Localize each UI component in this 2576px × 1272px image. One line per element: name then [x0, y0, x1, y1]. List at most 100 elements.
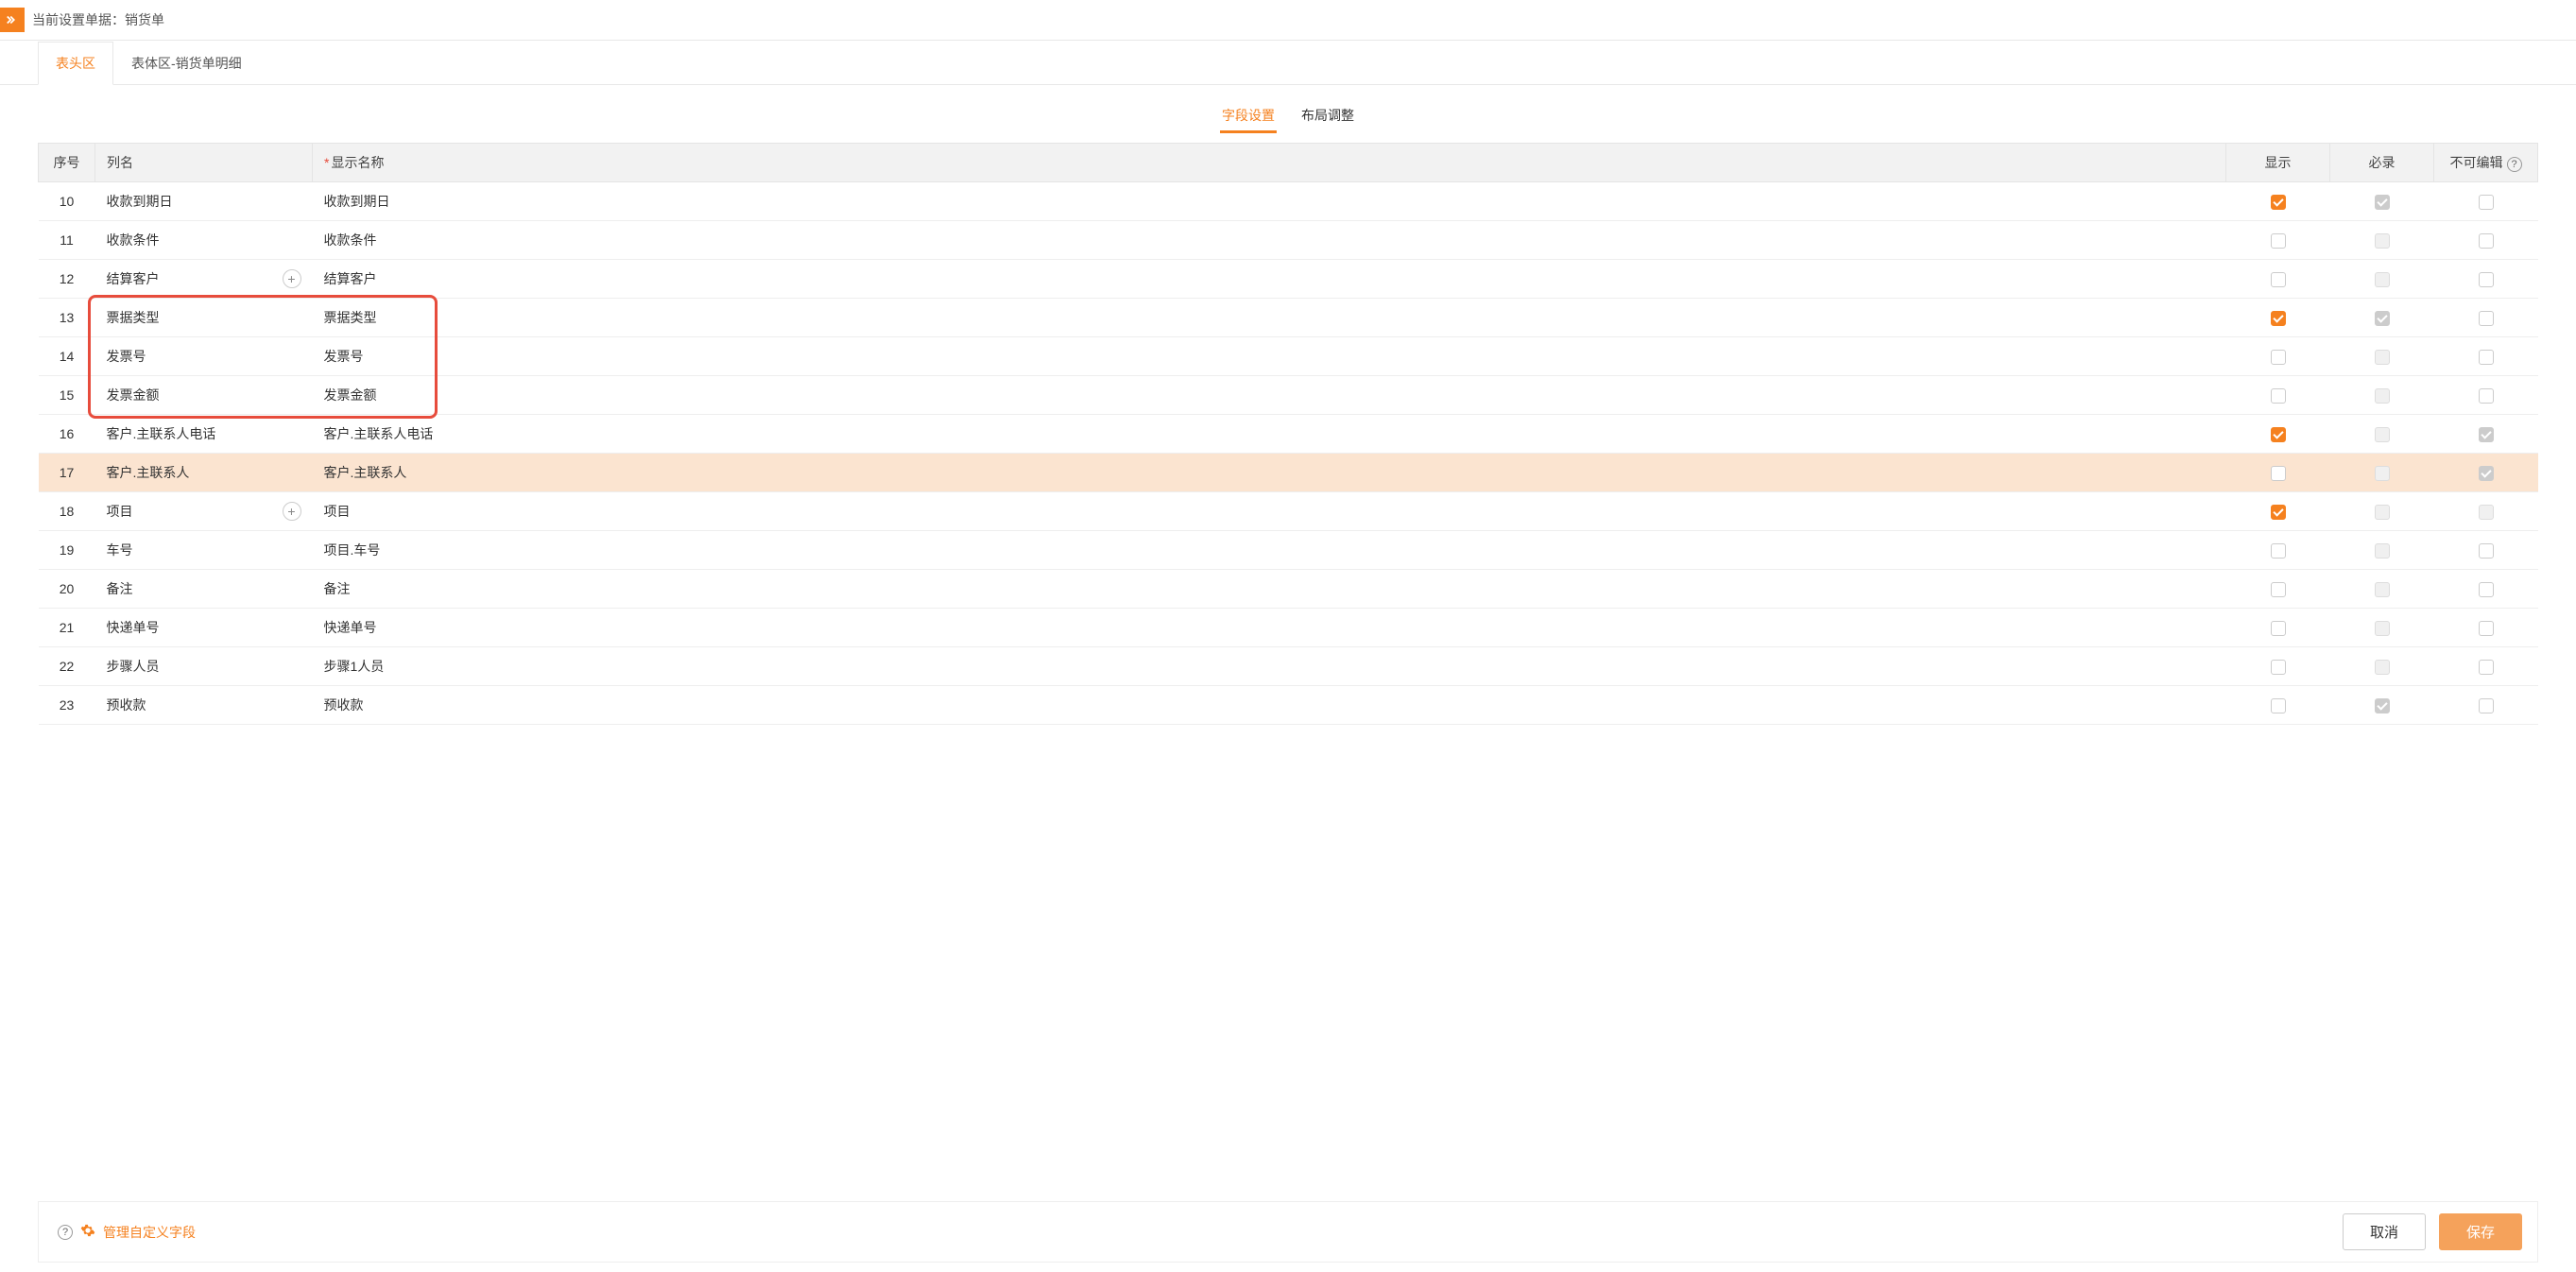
required-star: *: [324, 155, 329, 170]
col-header-required: 必录: [2330, 144, 2434, 182]
cell-required: [2330, 609, 2434, 647]
readonly-checkbox[interactable]: [2479, 388, 2494, 404]
colname-text: 发票金额: [107, 386, 160, 404]
show-checkbox[interactable]: [2271, 272, 2286, 287]
readonly-checkbox[interactable]: [2479, 195, 2494, 210]
cell-seq: 14: [39, 337, 95, 376]
colname-text: 备注: [107, 579, 133, 598]
cell-seq: 23: [39, 686, 95, 725]
cell-display-name[interactable]: 项目.车号: [313, 531, 2226, 570]
readonly-checkbox[interactable]: [2479, 311, 2494, 326]
table-row: 15发票金额发票金额: [39, 376, 2538, 415]
manage-custom-fields-link[interactable]: 管理自定义字段: [103, 1223, 196, 1242]
readonly-checkbox[interactable]: [2479, 621, 2494, 636]
cell-readonly: [2434, 260, 2538, 299]
footer-help-icon[interactable]: ?: [58, 1225, 73, 1240]
show-checkbox[interactable]: [2271, 466, 2286, 481]
cell-colname: 收款条件: [95, 221, 313, 260]
cell-display-name[interactable]: 结算客户: [313, 260, 2226, 299]
cell-show: [2226, 221, 2330, 260]
colname-text: 步骤人员: [107, 657, 160, 676]
colname-text: 预收款: [107, 696, 146, 714]
expand-sidebar-button[interactable]: [0, 8, 25, 32]
cell-display-name[interactable]: 快递单号: [313, 609, 2226, 647]
required-checkbox: [2375, 427, 2390, 442]
cell-display-name[interactable]: 客户.主联系人电话: [313, 415, 2226, 454]
col-header-show: 显示: [2226, 144, 2330, 182]
cell-display-name[interactable]: 收款到期日: [313, 182, 2226, 221]
show-checkbox[interactable]: [2271, 388, 2286, 404]
cell-display-name[interactable]: 收款条件: [313, 221, 2226, 260]
cell-readonly: [2434, 376, 2538, 415]
cell-colname: 结算客户+: [95, 260, 313, 299]
colname-text: 收款条件: [107, 231, 160, 249]
table-row: 16 客户.主联系人电话 客户.主联系人电话: [39, 415, 2538, 454]
colname-text: 车号: [107, 541, 133, 559]
cell-display-name[interactable]: 备注: [313, 570, 2226, 609]
cell-readonly: [2434, 492, 2538, 531]
readonly-checkbox[interactable]: [2479, 543, 2494, 559]
cell-show: [2226, 686, 2330, 725]
page-title: 当前设置单据：销货单: [32, 10, 164, 29]
cell-display-name[interactable]: 发票金额: [313, 376, 2226, 415]
show-checkbox[interactable]: [2271, 543, 2286, 559]
cell-required: [2330, 415, 2434, 454]
show-checkbox[interactable]: [2271, 427, 2286, 442]
readonly-checkbox[interactable]: [2479, 582, 2494, 597]
cell-display-name[interactable]: 预收款: [313, 686, 2226, 725]
table-row: 22步骤人员步骤1人员: [39, 647, 2538, 686]
table-row: 10收款到期日收款到期日: [39, 182, 2538, 221]
colname-text: 客户.主联系人电话: [107, 424, 216, 443]
readonly-checkbox[interactable]: [2479, 698, 2494, 713]
readonly-checkbox[interactable]: [2479, 660, 2494, 675]
required-checkbox: [2375, 466, 2390, 481]
readonly-checkbox[interactable]: [2479, 272, 2494, 287]
plus-icon[interactable]: +: [283, 502, 301, 521]
cell-display-name[interactable]: 步骤1人员: [313, 647, 2226, 686]
show-checkbox[interactable]: [2271, 621, 2286, 636]
cell-display-name[interactable]: 项目: [313, 492, 2226, 531]
table-row: 11收款条件收款条件: [39, 221, 2538, 260]
cell-required: [2330, 299, 2434, 337]
help-icon[interactable]: ?: [2507, 157, 2522, 172]
subtab-field-settings[interactable]: 字段设置: [1220, 100, 1277, 133]
show-checkbox[interactable]: [2271, 350, 2286, 365]
cell-seq: 16: [39, 415, 95, 454]
cell-seq: 12: [39, 260, 95, 299]
show-checkbox[interactable]: [2271, 195, 2286, 210]
cell-required: [2330, 221, 2434, 260]
show-checkbox[interactable]: [2271, 233, 2286, 249]
cell-colname: 客户.主联系人电话: [95, 415, 313, 454]
plus-icon[interactable]: +: [283, 269, 301, 288]
show-checkbox[interactable]: [2271, 311, 2286, 326]
cell-required: [2330, 686, 2434, 725]
cell-display-name[interactable]: 票据类型: [313, 299, 2226, 337]
main-tabs: 表头区 表体区-销货单明细: [0, 41, 2576, 85]
readonly-checkbox: [2479, 427, 2494, 442]
cell-colname: 发票金额: [95, 376, 313, 415]
table-row: 12结算客户+结算客户: [39, 260, 2538, 299]
readonly-checkbox[interactable]: [2479, 350, 2494, 365]
subtab-layout[interactable]: 布局调整: [1299, 100, 1356, 133]
cell-display-name[interactable]: 客户.主联系人: [313, 454, 2226, 492]
required-checkbox: [2375, 233, 2390, 249]
required-checkbox: [2375, 543, 2390, 559]
cancel-button[interactable]: 取消: [2343, 1213, 2426, 1250]
cell-readonly: [2434, 647, 2538, 686]
colname-text: 快递单号: [107, 618, 160, 637]
field-table: 序号 列名 *显示名称 显示 必录 不可编辑? 10收款到期日收款到期日11收款…: [38, 143, 2538, 725]
save-button[interactable]: 保存: [2439, 1213, 2522, 1250]
cell-display-name[interactable]: 发票号: [313, 337, 2226, 376]
cell-seq: 21: [39, 609, 95, 647]
show-checkbox[interactable]: [2271, 660, 2286, 675]
cell-seq: 18: [39, 492, 95, 531]
show-checkbox[interactable]: [2271, 698, 2286, 713]
readonly-checkbox: [2479, 505, 2494, 520]
cell-required: [2330, 182, 2434, 221]
readonly-checkbox[interactable]: [2479, 233, 2494, 249]
tab-header-area[interactable]: 表头区: [38, 42, 113, 85]
tab-body-detail[interactable]: 表体区-销货单明细: [113, 42, 260, 85]
required-checkbox: [2375, 582, 2390, 597]
show-checkbox[interactable]: [2271, 505, 2286, 520]
show-checkbox[interactable]: [2271, 582, 2286, 597]
